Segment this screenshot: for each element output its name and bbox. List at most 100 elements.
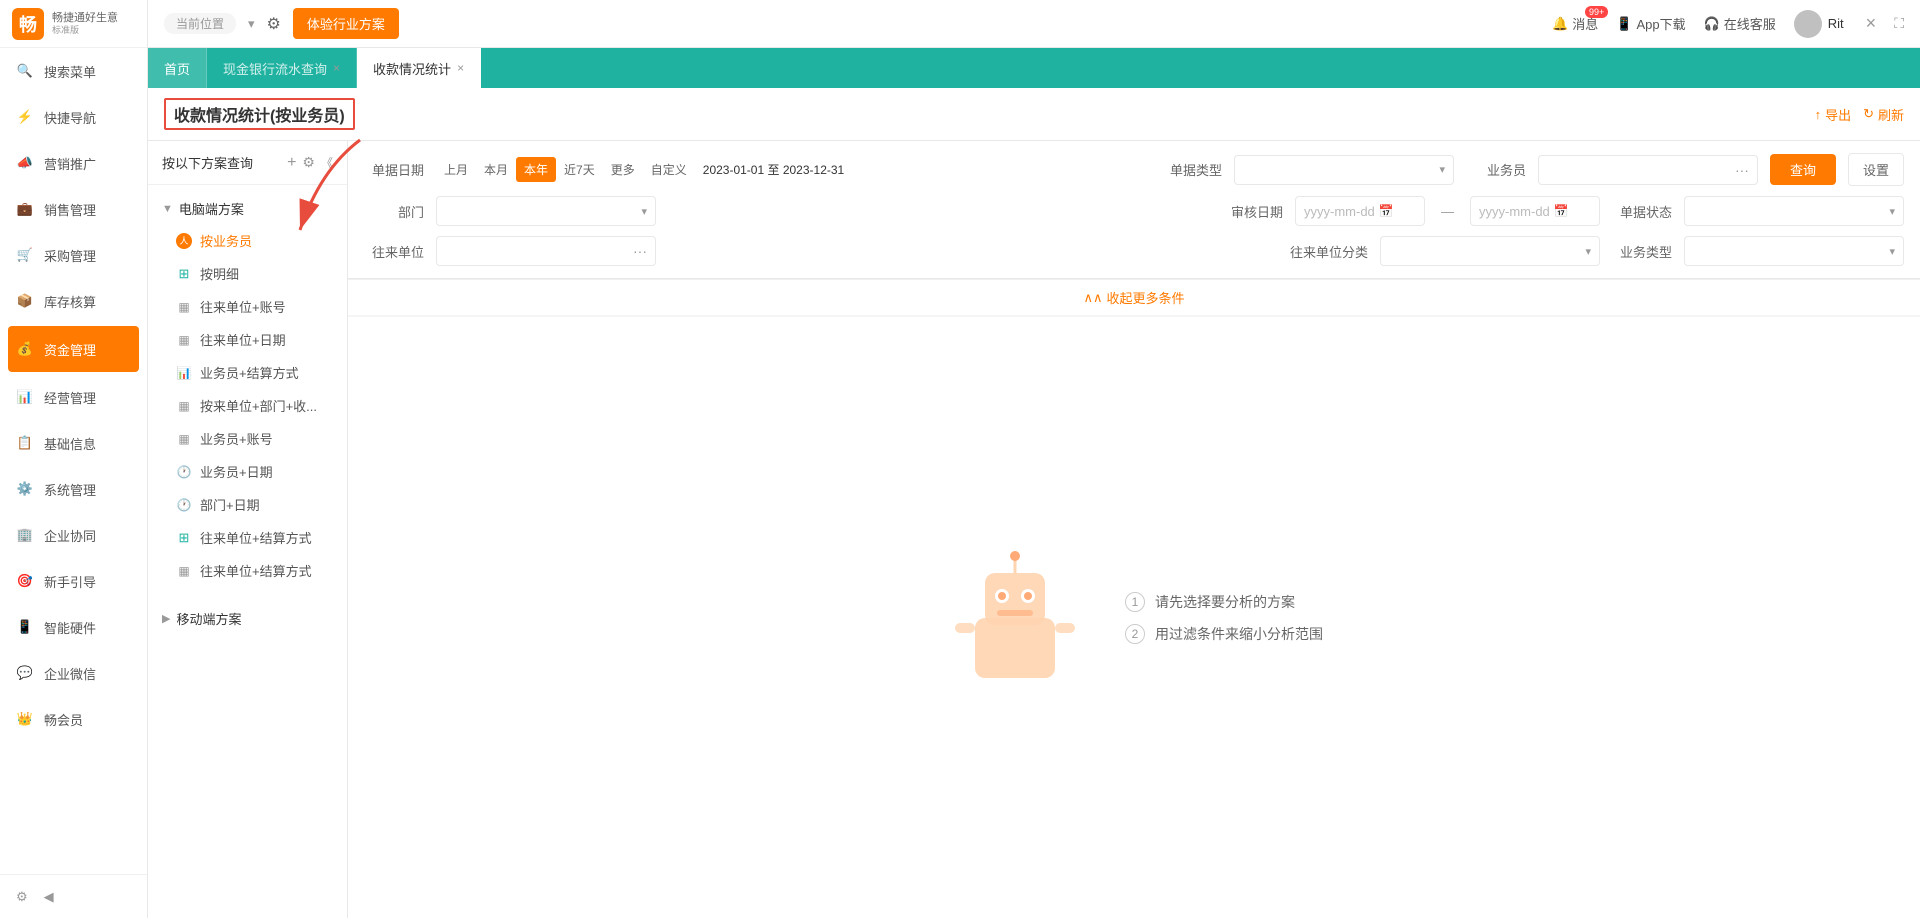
voucher-type-label: 单据类型 (1162, 160, 1222, 179)
dept-select[interactable]: ▾ (436, 196, 656, 226)
custom-btn[interactable]: 自定义 (643, 157, 695, 182)
collection-stats-tab-close[interactable]: × (457, 61, 464, 75)
calendar-icon-1[interactable]: 📅 (1379, 204, 1394, 218)
sidebar-item-operations[interactable]: 📊 经营管理 (0, 374, 147, 420)
sidebar-item-label: 企业协同 (44, 526, 96, 545)
header-right: 🔔 消息 99+ 📱 App下载 🎧 在线客服 Rit × ⛶ (1552, 10, 1904, 38)
scheme-salesman-account[interactable]: ▦ 业务员+账号 (148, 422, 347, 455)
last-month-btn[interactable]: 上月 (436, 157, 476, 182)
sidebar-item-search[interactable]: 🔍 搜索菜单 (0, 48, 147, 94)
settings-bottom-icon[interactable]: ⚙ (16, 889, 28, 905)
collapse-bar[interactable]: ∧∧ 收起更多条件 (348, 279, 1920, 315)
scheme-partner-account[interactable]: ▦ 往来单位+账号 (148, 290, 347, 323)
scheme-dept-date[interactable]: 🕐 部门+日期 (148, 488, 347, 521)
partner-settle2-icon: ▦ (176, 563, 192, 579)
salesman-dots-icon[interactable]: ··· (1735, 162, 1749, 178)
this-year-btn[interactable]: 本年 (516, 157, 556, 182)
scheme-by-partner-dept[interactable]: ▦ 按来单位+部门+收... (148, 389, 347, 422)
sidebar-item-finance[interactable]: 💰 资金管理 (8, 326, 139, 372)
settings-button[interactable]: 设置 (1848, 153, 1904, 186)
right-panel: 单据日期 上月 本月 本年 近7天 更多 自定义 2023-01-01 至 20… (348, 141, 1920, 918)
window-expand-button[interactable]: ⛶ (1894, 15, 1904, 32)
scheme-salesman-settle[interactable]: 📊 业务员+结算方式 (148, 356, 347, 389)
export-icon: ↑ (1815, 107, 1822, 122)
review-date-from[interactable]: yyyy-mm-dd 📅 (1295, 196, 1425, 226)
voucher-status-select[interactable]: ▾ (1684, 196, 1904, 226)
partner-category-select[interactable]: ▾ (1380, 236, 1600, 266)
tab-home[interactable]: 首页 (148, 48, 207, 88)
biz-type-select[interactable]: ▾ (1684, 236, 1904, 266)
sidebar-item-enterprise[interactable]: 🏢 企业协同 (0, 512, 147, 558)
inventory-icon: 📦 (16, 292, 34, 310)
scheme-partner-settle2[interactable]: ▦ 往来单位+结算方式 (148, 554, 347, 587)
sidebar-item-inventory[interactable]: 📦 库存核算 (0, 278, 147, 324)
voucher-status-label: 单据状态 (1612, 202, 1672, 221)
sidebar-item-label: 新手引导 (44, 572, 96, 591)
scheme-label: 往来单位+日期 (200, 330, 286, 349)
sidebar-item-hardware[interactable]: 📱 智能硬件 (0, 604, 147, 650)
filter-row-2: 部门 ▾ 审核日期 yyyy-mm-dd 📅 — yyyy-mm-dd 📅 (364, 196, 1904, 226)
refresh-button[interactable]: ↻ 刷新 (1863, 105, 1904, 124)
mobile-group-label: 移动端方案 (176, 609, 241, 628)
dept-date-icon: 🕐 (176, 497, 192, 513)
message-button[interactable]: 🔔 消息 99+ (1552, 14, 1598, 33)
sidebar-item-purchase[interactable]: 🛒 采购管理 (0, 232, 147, 278)
trial-button[interactable]: 体验行业方案 (293, 8, 399, 39)
sidebar-item-wechat[interactable]: 💬 企业微信 (0, 650, 147, 696)
sidebar-item-guide[interactable]: 🎯 新手引导 (0, 558, 147, 604)
last-7-btn[interactable]: 近7天 (556, 157, 603, 182)
sidebar-nav: 🔍 搜索菜单 ⚡ 快捷导航 📣 营销推广 💼 销售管理 🛒 采购管理 📦 库存核… (0, 48, 147, 874)
review-date-to[interactable]: yyyy-mm-dd 📅 (1470, 196, 1600, 226)
collapse-panel-icon[interactable]: 《 (321, 154, 333, 171)
salesman-select[interactable]: ··· (1538, 155, 1758, 185)
bank-flow-tab-close[interactable]: × (333, 61, 340, 75)
sidebar-item-basic[interactable]: 📋 基础信息 (0, 420, 147, 466)
lightning-icon: ⚡ (16, 108, 34, 126)
collapse-icon: ∧∧ (1083, 290, 1102, 306)
app-download-button[interactable]: 📱 App下载 (1616, 14, 1685, 33)
partner-select[interactable]: ··· (436, 236, 656, 266)
scheme-label: 业务员+结算方式 (200, 363, 299, 382)
this-month-btn[interactable]: 本月 (476, 157, 516, 182)
scheme-settings-icon[interactable]: ⚙ (302, 154, 315, 171)
scheme-partner-settle1[interactable]: ⊞ 往来单位+结算方式 (148, 521, 347, 554)
wechat-icon: 💬 (16, 664, 34, 682)
bank-flow-tab-label: 现金银行流水查询 (223, 59, 327, 78)
desktop-group-arrow: ▼ (162, 203, 173, 215)
tab-collection-stats[interactable]: 收款情况统计 × (357, 48, 481, 88)
voucher-type-select[interactable]: ▾ (1234, 155, 1454, 185)
mobile-group-header[interactable]: ▶ 移动端方案 (148, 603, 347, 634)
tip-num-1: 1 (1125, 592, 1145, 612)
query-button[interactable]: 查询 (1770, 154, 1836, 185)
desktop-group-header[interactable]: ▼ 电脑端方案 (148, 193, 347, 224)
system-icon: ⚙️ (16, 480, 34, 498)
scheme-by-detail[interactable]: ⊞ 按明细 (148, 257, 347, 290)
export-button[interactable]: ↑ 导出 (1815, 105, 1852, 124)
online-service-button[interactable]: 🎧 在线客服 (1704, 14, 1776, 33)
sidebar-item-label: 库存核算 (44, 292, 96, 311)
collapse-sidebar-icon[interactable]: ◀ (44, 889, 54, 905)
sidebar-item-marketing[interactable]: 📣 营销推广 (0, 140, 147, 186)
empty-tip-1: 1 请先选择要分析的方案 (1125, 592, 1323, 612)
add-scheme-button[interactable]: + (287, 154, 296, 172)
sidebar-item-sales[interactable]: 💼 销售管理 (0, 186, 147, 232)
scheme-by-salesman[interactable]: 人 按业务员 (148, 224, 347, 257)
sidebar-item-quick-nav[interactable]: ⚡ 快捷导航 (0, 94, 147, 140)
more-btn[interactable]: 更多 (603, 157, 643, 182)
app-logo: 畅 畅捷通好生意 标准版 (0, 0, 147, 48)
window-close-button[interactable]: × (1866, 13, 1877, 34)
sidebar-item-member[interactable]: 👑 畅会员 (0, 696, 147, 742)
partner-dots-icon[interactable]: ··· (633, 243, 647, 259)
date-label: 单据日期 (364, 160, 424, 179)
sidebar-item-system[interactable]: ⚙️ 系统管理 (0, 466, 147, 512)
calendar-icon-2[interactable]: 📅 (1554, 204, 1569, 218)
scheme-salesman-date[interactable]: 🕐 业务员+日期 (148, 455, 347, 488)
sidebar-item-label: 搜索菜单 (44, 62, 96, 81)
scheme-partner-date[interactable]: ▦ 往来单位+日期 (148, 323, 347, 356)
empty-state: 1 请先选择要分析的方案 2 用过滤条件来缩小分析范围 (348, 317, 1920, 918)
tab-bank-flow[interactable]: 现金银行流水查询 × (207, 48, 357, 88)
purchase-icon: 🛒 (16, 246, 34, 264)
dropdown-icon[interactable]: ▾ (248, 16, 255, 32)
salesman-date-icon: 🕐 (176, 464, 192, 480)
header-settings-icon[interactable]: ⚙ (267, 14, 281, 34)
